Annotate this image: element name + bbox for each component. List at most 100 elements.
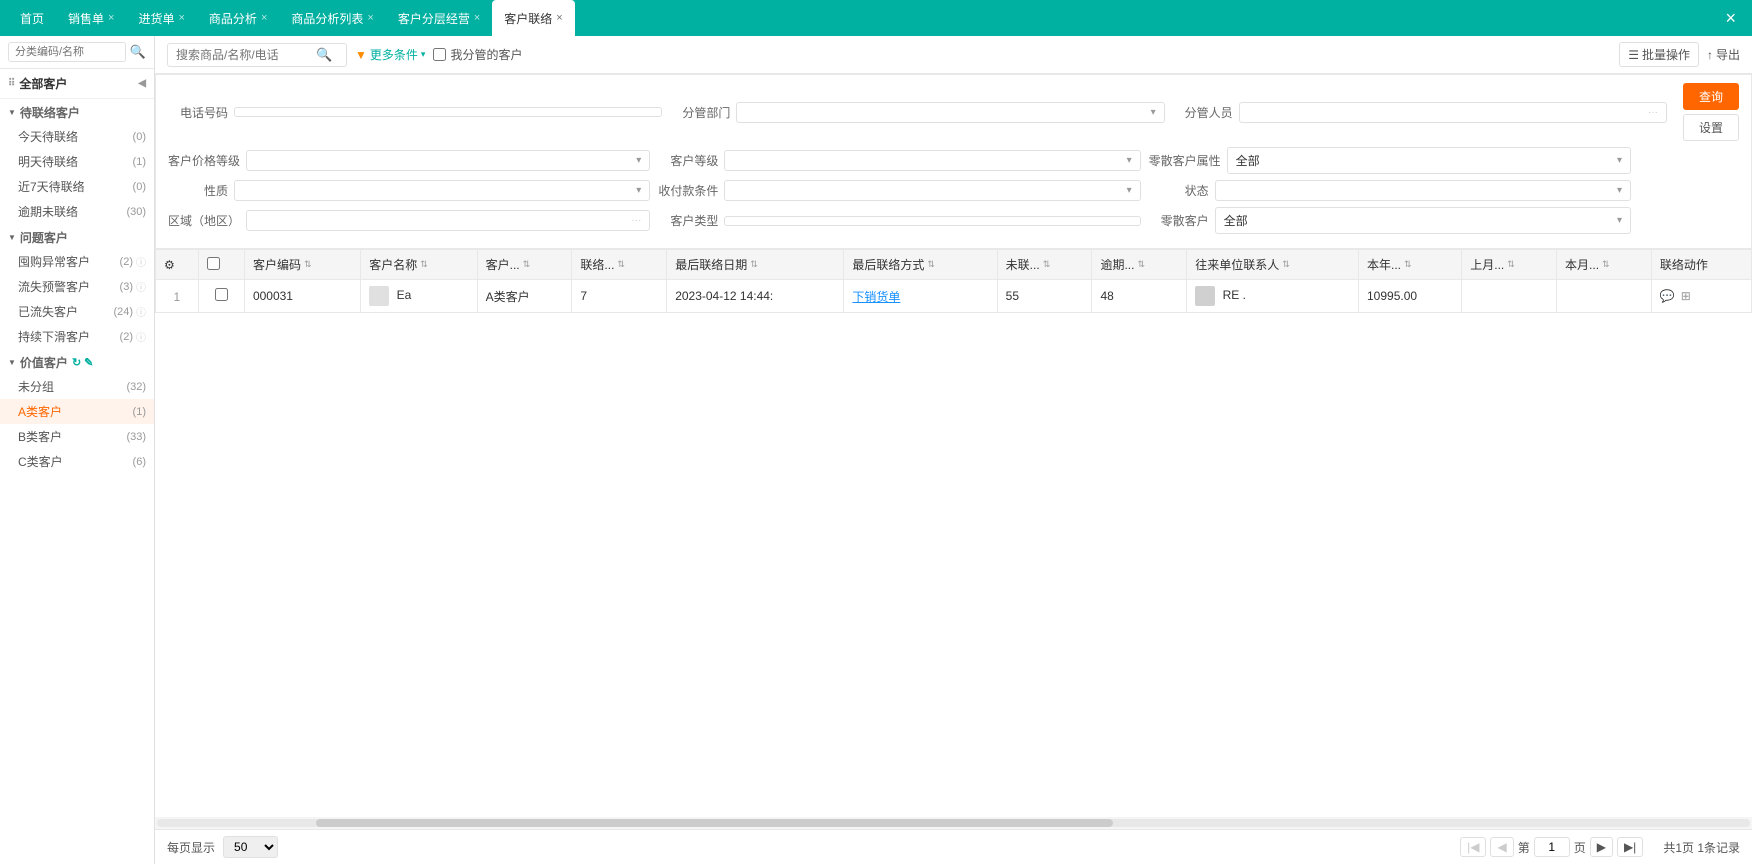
manager-input[interactable]: ··· — [1239, 102, 1667, 123]
sort-overdue-icon[interactable]: ⇅ — [1137, 259, 1145, 270]
sort-type-icon[interactable]: ⇅ — [523, 259, 531, 270]
nav-close-sales[interactable]: × — [108, 12, 114, 24]
sort-contact-icon[interactable]: ⇅ — [617, 259, 625, 270]
col-overdue: 逾期... ⇅ — [1092, 250, 1187, 280]
sidebar-item-class-c[interactable]: C类客户 (6) — [0, 449, 154, 474]
retail-attr-caret-icon: ▾ — [1617, 155, 1622, 166]
row-checkbox[interactable] — [215, 288, 228, 301]
select-all-checkbox[interactable] — [207, 257, 220, 270]
nav-product-analysis[interactable]: 商品分析 × — [197, 0, 279, 36]
batch-op-button[interactable]: ☰ 批量操作 — [1619, 42, 1699, 67]
prev-page-btn[interactable]: ◀ — [1490, 837, 1513, 857]
sort-this-year-icon[interactable]: ⇅ — [1404, 259, 1412, 270]
status-input[interactable]: ▾ — [1215, 180, 1631, 201]
retail-customer-input[interactable]: 全部 ▾ — [1215, 207, 1631, 234]
price-level-input[interactable]: ▾ — [246, 150, 650, 171]
customer-level-input[interactable]: ▾ — [724, 150, 1140, 171]
filter-row-1: 电话号码 分管部门 ▾ 分管人员 ··· — [168, 83, 1739, 141]
nature-input[interactable]: ▾ — [234, 180, 650, 201]
nav-home[interactable]: 首页 — [8, 0, 56, 36]
last-page-btn[interactable]: ▶| — [1617, 837, 1643, 857]
sort-this-month-icon[interactable]: ⇅ — [1602, 259, 1610, 270]
sort-contact-person-icon[interactable]: ⇅ — [1282, 259, 1290, 270]
retail-customer-caret-icon: ▾ — [1617, 215, 1622, 226]
dept-input[interactable]: ▾ — [736, 102, 1164, 123]
nav-customer-contact[interactable]: 客户联络 × — [492, 0, 574, 36]
sort-last-month-icon[interactable]: ⇅ — [1507, 259, 1515, 270]
pagination-controls: |◀ ◀ 第 页 ▶ ▶| — [1460, 837, 1643, 857]
group-value-customers[interactable]: ▼ 价值客户 ↻ ✎ — [0, 349, 154, 374]
settings-button[interactable]: 设置 — [1683, 114, 1739, 141]
sidebar-item-declining[interactable]: 持续下滑客户 (2) ⓘ — [0, 324, 154, 349]
filter-customer-type: 客户类型 — [658, 212, 1140, 229]
sidebar-item-today[interactable]: 今天待联络 (0) — [0, 124, 154, 149]
sidebar-item-overdue[interactable]: 逾期未联络 (30) — [0, 199, 154, 224]
search-input[interactable] — [176, 48, 316, 62]
sidebar-item-unclassified[interactable]: 未分组 (32) — [0, 374, 154, 399]
query-button[interactable]: 查询 — [1683, 83, 1739, 110]
nav-close-customer-segment[interactable]: × — [474, 12, 480, 24]
next-page-btn[interactable]: ▶ — [1590, 837, 1613, 857]
price-caret-icon: ▾ — [636, 155, 641, 166]
group-pending-contact[interactable]: ▼ 待联络客户 — [0, 99, 154, 124]
sidebar-item-churned[interactable]: 已流失客户 (24) ⓘ — [0, 299, 154, 324]
sidebar-item-hoarding[interactable]: 囤购异常客户 (2) ⓘ — [0, 249, 154, 274]
nav-product-list[interactable]: 商品分析列表 × — [279, 0, 385, 36]
refresh-icon[interactable]: ↻ — [72, 356, 81, 369]
filter-retail-customer: 零散客户 全部 ▾ — [1149, 207, 1631, 234]
action-icon-1[interactable]: 💬 — [1660, 289, 1675, 303]
page-number-input[interactable] — [1534, 837, 1570, 857]
search-icon[interactable]: 🔍 — [316, 47, 332, 63]
filter-row-2: 客户价格等级 ▾ 客户等级 ▾ 零散客户属性 全部 — [168, 147, 1739, 174]
sidebar-item-7days[interactable]: 近7天待联络 (0) — [0, 174, 154, 199]
payment-caret-icon: ▾ — [1127, 185, 1132, 196]
nav-close-customer-contact[interactable]: × — [556, 12, 562, 24]
row-type: A类客户 — [477, 280, 572, 313]
group-problem-customers[interactable]: ▼ 问题客户 — [0, 224, 154, 249]
export-button[interactable]: ↑ 导出 — [1707, 46, 1740, 63]
sort-uncontacted-icon[interactable]: ⇅ — [1043, 259, 1051, 270]
col-last-month: 上月... ⇅ — [1462, 250, 1557, 280]
sidebar-item-tomorrow[interactable]: 明天待联络 (1) — [0, 149, 154, 174]
window-close-button[interactable]: × — [1717, 8, 1744, 29]
my-customers-check[interactable] — [433, 48, 446, 61]
row-name: Ea — [361, 280, 477, 313]
nav-purchase[interactable]: 进货单 × — [126, 0, 196, 36]
horizontal-scrollbar[interactable] — [155, 817, 1752, 829]
col-gear[interactable]: ⚙ — [156, 250, 199, 280]
payment-input[interactable]: ▾ — [724, 180, 1140, 201]
scroll-thumb[interactable] — [316, 819, 1113, 827]
filter-price-level: 客户价格等级 ▾ — [168, 150, 650, 171]
action-icon-2[interactable]: ⊞ — [1681, 289, 1691, 303]
nav-customer-segment[interactable]: 客户分层经营 × — [386, 0, 492, 36]
sidebar-search-icon[interactable]: 🔍 — [130, 44, 146, 60]
row-seq: 1 — [156, 280, 199, 313]
my-customers-checkbox[interactable]: 我分管的客户 — [433, 46, 522, 63]
sort-date-icon[interactable]: ⇅ — [750, 259, 758, 270]
nav-close-purchase[interactable]: × — [178, 12, 184, 24]
sidebar-search-input[interactable] — [8, 42, 126, 62]
per-page-select[interactable]: 50 100 200 — [223, 836, 278, 858]
retail-attr-input[interactable]: 全部 ▾ — [1227, 147, 1631, 174]
row-code: 000031 — [244, 280, 360, 313]
first-page-btn[interactable]: |◀ — [1460, 837, 1486, 857]
sort-name-icon[interactable]: ⇅ — [420, 259, 428, 270]
customer-type-input[interactable] — [724, 216, 1140, 226]
region-input[interactable]: ··· — [246, 210, 650, 231]
nav-close-product-analysis[interactable]: × — [261, 12, 267, 24]
sidebar-item-class-b[interactable]: B类客户 (33) — [0, 424, 154, 449]
edit-group-icon[interactable]: ✎ — [84, 356, 93, 369]
sort-code-icon[interactable]: ⇅ — [304, 259, 312, 270]
sidebar-item-churn-warning[interactable]: 流失预警客户 (3) ⓘ — [0, 274, 154, 299]
sort-method-icon[interactable]: ⇅ — [927, 259, 935, 270]
nav-sales[interactable]: 销售单 × — [56, 0, 126, 36]
phone-input[interactable] — [234, 107, 662, 117]
more-filters-btn[interactable]: ▼ 更多条件 ▾ — [355, 46, 425, 63]
dept-caret-icon: ▾ — [1151, 107, 1156, 118]
filter-customer-level: 客户等级 ▾ — [658, 150, 1140, 171]
nav-close-product-list[interactable]: × — [367, 12, 373, 24]
customer-level-caret-icon: ▾ — [1127, 155, 1132, 166]
last-method-link[interactable]: 下销货单 — [852, 290, 900, 304]
sidebar-item-class-a[interactable]: A类客户 (1) — [0, 399, 154, 424]
all-customers-header[interactable]: ⠿ 全部客户 ◀ — [0, 69, 154, 99]
